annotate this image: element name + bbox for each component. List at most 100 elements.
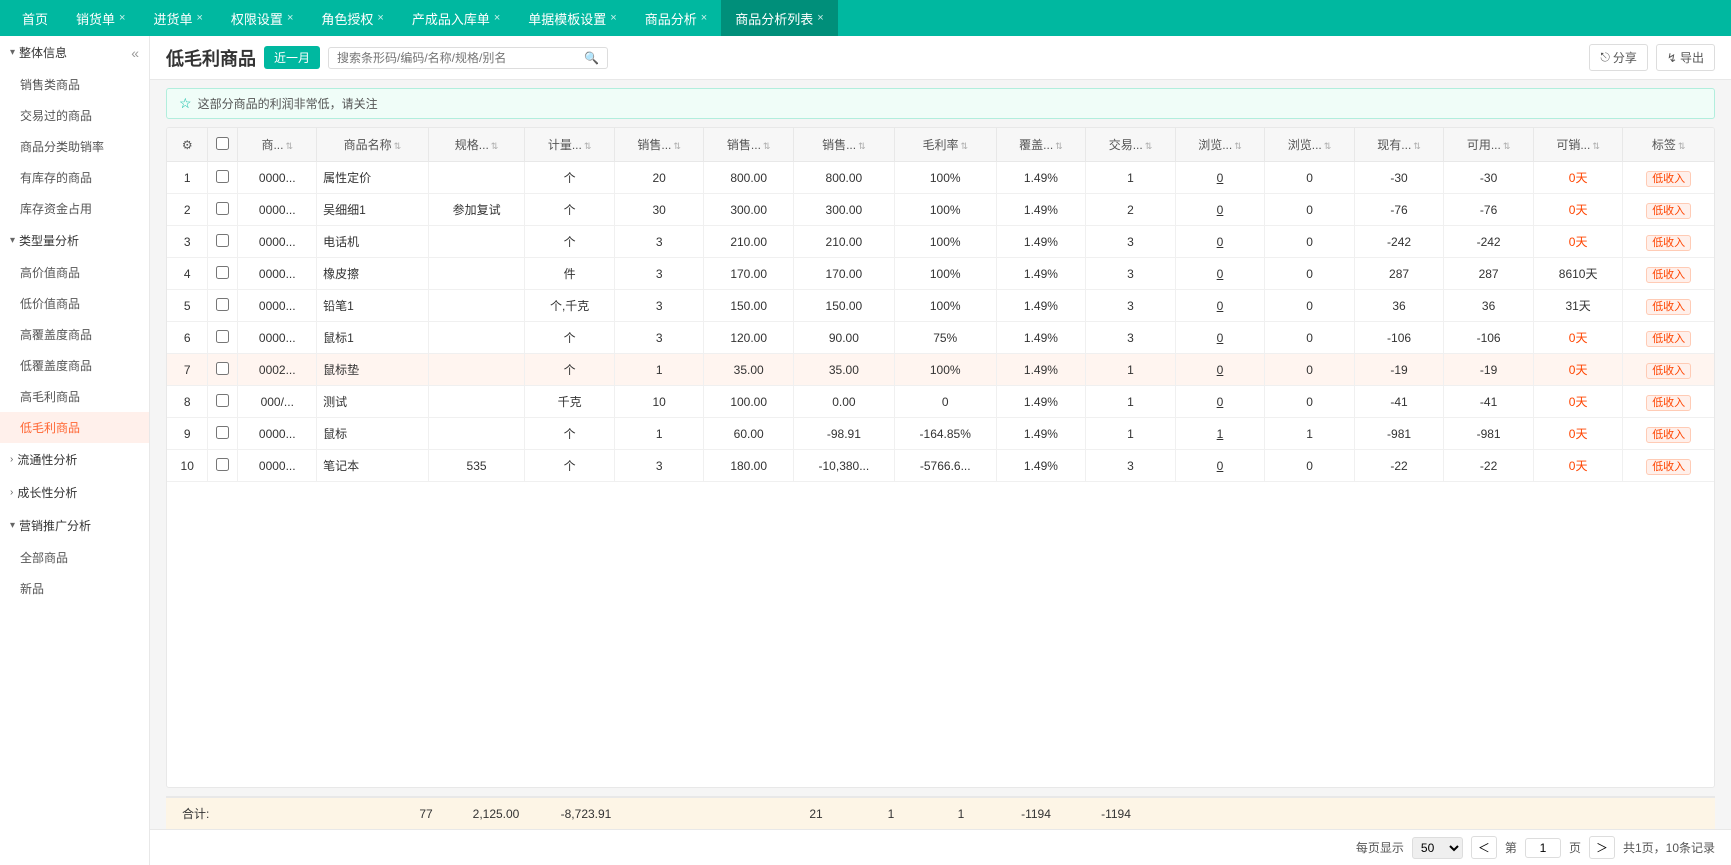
th-gross-rate[interactable]: 毛利率⇅ (894, 128, 996, 162)
th-tag[interactable]: 标签⇅ (1623, 128, 1714, 162)
browse1-link[interactable]: 0 (1217, 235, 1224, 249)
close-icon[interactable]: × (494, 12, 500, 24)
row-browse1[interactable]: 1 (1175, 418, 1265, 450)
sidebar-group-marketing[interactable]: ▾ 营销推广分析 (0, 509, 149, 542)
browse1-link[interactable]: 0 (1217, 395, 1224, 409)
th-spec[interactable]: 规格...⇅ (428, 128, 525, 162)
row-checkbox[interactable] (208, 322, 238, 354)
th-sales3[interactable]: 销售...⇅ (793, 128, 894, 162)
row-browse1[interactable]: 0 (1175, 386, 1265, 418)
nav-product-analysis[interactable]: 商品分析 × (631, 0, 721, 36)
th-sales1[interactable]: 销售...⇅ (614, 128, 704, 162)
th-unit[interactable]: 计量...⇅ (525, 128, 615, 162)
close-icon[interactable]: × (701, 12, 707, 24)
row-browse1[interactable]: 0 (1175, 450, 1265, 482)
row-browse1[interactable]: 0 (1175, 162, 1265, 194)
nav-home[interactable]: 首页 (8, 0, 62, 36)
close-icon[interactable]: × (610, 12, 616, 24)
row-select-checkbox[interactable] (216, 170, 229, 183)
sidebar-item-high-value[interactable]: 高价值商品 (0, 257, 149, 288)
row-select-checkbox[interactable] (216, 394, 229, 407)
sidebar-group-overall[interactable]: ▾ 整体信息 « (0, 36, 149, 69)
nav-product-inbound[interactable]: 产成品入库单 × (398, 0, 514, 36)
sidebar-item-traded-goods[interactable]: 交易过的商品 (0, 100, 149, 131)
close-icon[interactable]: × (287, 12, 293, 24)
sidebar-item-sales-goods[interactable]: 销售类商品 (0, 69, 149, 100)
browse1-link[interactable]: 0 (1217, 459, 1224, 473)
export-button[interactable]: ↯ 导出 (1656, 44, 1715, 71)
browse1-link[interactable]: 0 (1217, 267, 1224, 281)
row-checkbox[interactable] (208, 226, 238, 258)
sidebar-item-inventory-goods[interactable]: 有库存的商品 (0, 162, 149, 193)
row-browse1[interactable]: 0 (1175, 290, 1265, 322)
row-checkbox[interactable] (208, 450, 238, 482)
collapse-icon[interactable]: « (131, 45, 139, 61)
browse1-link[interactable]: 0 (1217, 331, 1224, 345)
browse1-link[interactable]: 0 (1217, 299, 1224, 313)
row-browse1[interactable]: 0 (1175, 194, 1265, 226)
row-checkbox[interactable] (208, 290, 238, 322)
close-icon[interactable]: × (817, 12, 823, 24)
th-browse2[interactable]: 浏览...⇅ (1265, 128, 1355, 162)
sidebar-item-inventory-funds[interactable]: 库存资金占用 (0, 193, 149, 224)
share-button[interactable]: ⎋ 分享 (1589, 44, 1648, 71)
search-icon[interactable]: 🔍 (584, 51, 599, 65)
nav-role-auth[interactable]: 角色授权 × (307, 0, 397, 36)
sidebar-item-low-coverage[interactable]: 低覆盖度商品 (0, 350, 149, 381)
row-browse1[interactable]: 0 (1175, 226, 1265, 258)
sidebar-item-high-margin[interactable]: 高毛利商品 (0, 381, 149, 412)
sidebar-group-category-analysis[interactable]: ▾ 类型量分析 (0, 224, 149, 257)
sidebar-item-low-margin[interactable]: 低毛利商品 (0, 412, 149, 443)
row-checkbox[interactable] (208, 258, 238, 290)
th-current[interactable]: 现有...⇅ (1354, 128, 1444, 162)
row-select-checkbox[interactable] (216, 202, 229, 215)
th-code[interactable]: 商...⇅ (238, 128, 317, 162)
nav-purchase-order[interactable]: 进货单 × (139, 0, 216, 36)
browse1-link[interactable]: 1 (1217, 427, 1224, 441)
nav-permission-settings[interactable]: 权限设置 × (217, 0, 307, 36)
close-icon[interactable]: × (119, 12, 125, 24)
sidebar-item-category-rate[interactable]: 商品分类助销率 (0, 131, 149, 162)
row-browse1[interactable]: 0 (1175, 354, 1265, 386)
browse1-link[interactable]: 0 (1217, 203, 1224, 217)
per-page-select[interactable]: 50 100 200 (1412, 837, 1463, 859)
nav-template-settings[interactable]: 单据模板设置 × (514, 0, 630, 36)
next-page-button[interactable]: ＞ (1589, 836, 1615, 859)
th-sales2[interactable]: 销售...⇅ (704, 128, 794, 162)
row-checkbox[interactable] (208, 354, 238, 386)
th-available[interactable]: 可用...⇅ (1444, 128, 1534, 162)
search-input[interactable] (337, 51, 584, 65)
row-checkbox[interactable] (208, 418, 238, 450)
browse1-link[interactable]: 0 (1217, 171, 1224, 185)
close-icon[interactable]: × (377, 12, 383, 24)
close-icon[interactable]: × (196, 12, 202, 24)
row-browse1[interactable]: 0 (1175, 258, 1265, 290)
sidebar-item-low-value[interactable]: 低价值商品 (0, 288, 149, 319)
row-select-checkbox[interactable] (216, 362, 229, 375)
th-browse1[interactable]: 浏览...⇅ (1175, 128, 1265, 162)
th-checkbox[interactable] (208, 128, 238, 162)
row-checkbox[interactable] (208, 386, 238, 418)
page-number-input[interactable] (1525, 838, 1561, 858)
row-select-checkbox[interactable] (216, 298, 229, 311)
th-trade[interactable]: 交易...⇅ (1086, 128, 1176, 162)
nav-sales-order[interactable]: 销货单 × (62, 0, 139, 36)
th-saleable[interactable]: 可销...⇅ (1533, 128, 1623, 162)
row-select-checkbox[interactable] (216, 266, 229, 279)
th-name[interactable]: 商品名称⇅ (317, 128, 429, 162)
row-select-checkbox[interactable] (216, 234, 229, 247)
prev-page-button[interactable]: ＜ (1471, 836, 1497, 859)
browse1-link[interactable]: 0 (1217, 363, 1224, 377)
row-checkbox[interactable] (208, 162, 238, 194)
data-table-wrapper[interactable]: ⚙ 商...⇅ 商品名称⇅ 规格...⇅ 计量...⇅ 销售...⇅ 销售...… (166, 127, 1715, 788)
nav-product-analysis-list[interactable]: 商品分析列表 × (721, 0, 837, 36)
select-all-checkbox[interactable] (216, 137, 229, 150)
th-settings[interactable]: ⚙ (167, 128, 208, 162)
sidebar-item-high-coverage[interactable]: 高覆盖度商品 (0, 319, 149, 350)
row-browse1[interactable]: 0 (1175, 322, 1265, 354)
row-select-checkbox[interactable] (216, 330, 229, 343)
sidebar-item-all-goods[interactable]: 全部商品 (0, 542, 149, 573)
sidebar-item-new-goods[interactable]: 新品 (0, 573, 149, 604)
row-select-checkbox[interactable] (216, 458, 229, 471)
th-coverage[interactable]: 覆盖...⇅ (996, 128, 1086, 162)
